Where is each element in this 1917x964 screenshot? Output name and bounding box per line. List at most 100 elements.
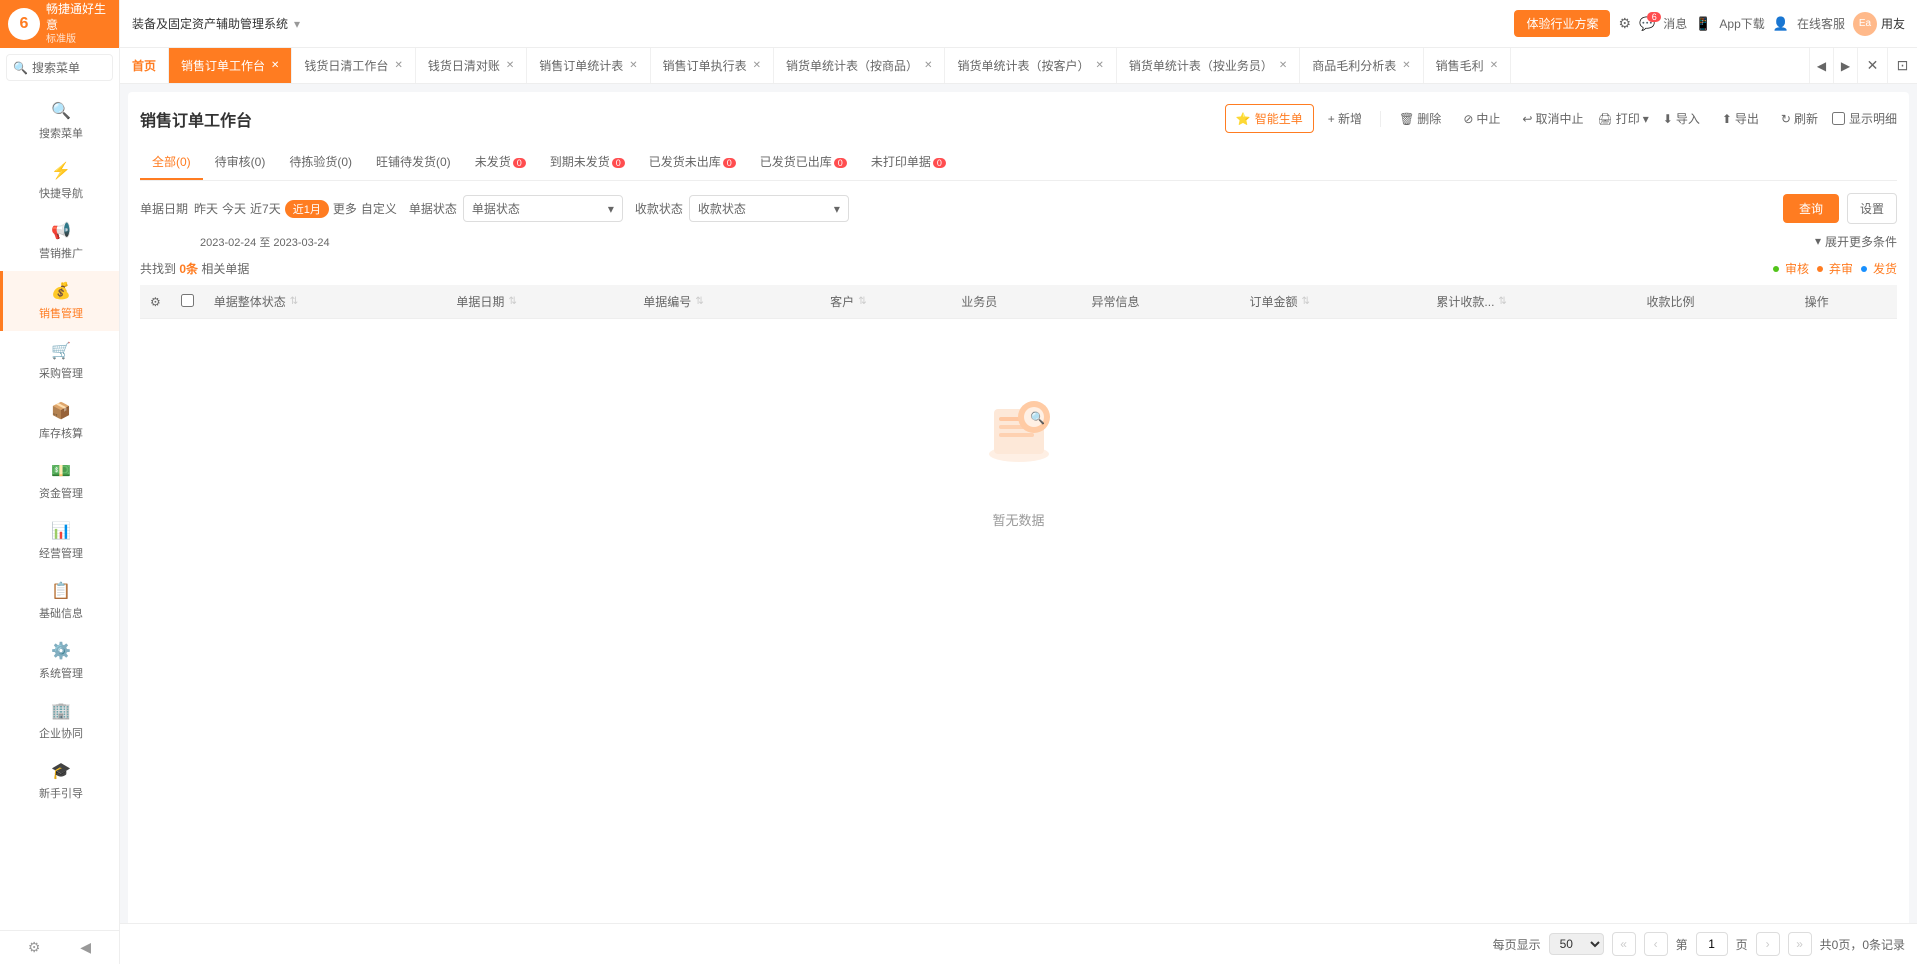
close-tab-icon[interactable]: ✕ xyxy=(1279,60,1287,71)
yesterday-link[interactable]: 昨天 xyxy=(194,200,218,218)
tab-sales-order[interactable]: 销售订单工作台✕ xyxy=(169,48,292,84)
expand-tabs-button[interactable]: ⊡ xyxy=(1887,48,1917,84)
gear-icon[interactable]: ⚙ xyxy=(150,295,161,309)
sort-icon[interactable]: ⇅ xyxy=(1302,296,1310,307)
sort-icon[interactable]: ⇅ xyxy=(508,296,516,307)
sidebar-item-basic[interactable]: 📋 基础信息 xyxy=(0,571,119,631)
tab-cash-reconcile[interactable]: 钱货日清对账✕ xyxy=(416,48,527,84)
sidebar-item-system[interactable]: ⚙️ 系统管理 xyxy=(0,631,119,691)
sidebar-item-sales[interactable]: 💰 销售管理 xyxy=(0,271,119,331)
subtab-shipped-not-out[interactable]: 已发货未出库0 xyxy=(637,145,748,180)
sidebar-item-company[interactable]: 🏢 企业协同 xyxy=(0,691,119,751)
expand-conditions-button[interactable]: ▾ 展开更多条件 xyxy=(1815,233,1897,250)
last-month-link[interactable]: 近1月 xyxy=(285,200,329,218)
subtab-pending-check[interactable]: 待拣验货(0) xyxy=(277,145,364,180)
topbar-gear-icon[interactable]: ⚙ xyxy=(1618,15,1631,32)
sidebar-item-guide[interactable]: 🎓 新手引导 xyxy=(0,751,119,811)
close-tab-icon[interactable]: ✕ xyxy=(506,60,514,71)
prev-page-button[interactable]: ‹ xyxy=(1644,932,1668,956)
subtab-overdue-not-shipped[interactable]: 到期未发货0 xyxy=(538,145,637,180)
next-page-button[interactable]: › xyxy=(1756,932,1780,956)
close-tab-icon[interactable]: ✕ xyxy=(753,60,761,71)
more-link[interactable]: 更多 xyxy=(333,200,357,218)
print-button[interactable]: 🖨 打印 ▾ xyxy=(1597,110,1648,127)
purchase-icon: 🛒 xyxy=(51,341,71,361)
subtab-not-shipped[interactable]: 未发货0 xyxy=(463,145,538,180)
cancel-review-action-link[interactable]: 弃审 xyxy=(1817,260,1853,277)
subtab-pending-review[interactable]: 待审核(0) xyxy=(203,145,278,180)
status-select[interactable]: 单据状态 ▾ xyxy=(463,195,623,222)
select-all-checkbox[interactable] xyxy=(181,294,194,307)
query-button[interactable]: 查询 xyxy=(1783,194,1839,223)
set-button[interactable]: 设置 xyxy=(1847,193,1897,224)
tab-sales-stat-product[interactable]: 销货单统计表（按商品）✕ xyxy=(774,48,945,84)
tab-sales-stat-customer[interactable]: 销货单统计表（按客户）✕ xyxy=(945,48,1116,84)
star-icon: ⭐ xyxy=(1236,112,1251,126)
sidebar-item-finance[interactable]: 💵 资金管理 xyxy=(0,451,119,511)
sort-icon[interactable]: ⇅ xyxy=(858,296,866,307)
sort-icon[interactable]: ⇅ xyxy=(290,296,298,307)
tab-sales-stat[interactable]: 销售订单统计表✕ xyxy=(527,48,650,84)
show-detail-toggle[interactable]: 显示明细 xyxy=(1832,110,1897,127)
sidebar-item-inventory[interactable]: 📦 库存核算 xyxy=(0,391,119,451)
cancel-stop-button[interactable]: ↩ 取消中止 xyxy=(1514,106,1591,131)
tab-cash-daily[interactable]: 钱货日清工作台✕ xyxy=(292,48,415,84)
sidebar-item-quick-nav[interactable]: ⚡ 快捷导航 xyxy=(0,151,119,211)
import-button[interactable]: ⬇ 导入 xyxy=(1655,106,1708,131)
sidebar-item-search[interactable]: 🔍 搜索菜单 xyxy=(0,91,119,151)
subtab-not-printed[interactable]: 未打印单据0 xyxy=(859,145,958,180)
close-all-tabs-button[interactable]: ✕ xyxy=(1857,48,1887,84)
message-button[interactable]: 💬 6 xyxy=(1639,16,1655,32)
export-button[interactable]: ⬆ 导出 xyxy=(1714,106,1767,131)
tab-sales-stat-salesman[interactable]: 销货单统计表（按业务员）✕ xyxy=(1117,48,1300,84)
last-page-button[interactable]: » xyxy=(1788,932,1812,956)
svg-text:🔍: 🔍 xyxy=(1030,410,1045,425)
user-menu[interactable]: Ea 用友 xyxy=(1853,12,1905,36)
today-link[interactable]: 今天 xyxy=(222,200,246,218)
tab-sales-exec[interactable]: 销售订单执行表✕ xyxy=(651,48,774,84)
subtab-wangpu-pending[interactable]: 旺铺待发货(0) xyxy=(364,145,463,180)
ship-action-link[interactable]: 发货 xyxy=(1861,260,1897,277)
sidebar-item-marketing[interactable]: 📢 营销推广 xyxy=(0,211,119,271)
close-tab-icon[interactable]: ✕ xyxy=(1402,60,1410,71)
tabbar-next-icon[interactable]: ▶ xyxy=(1833,48,1857,84)
close-tab-icon[interactable]: ✕ xyxy=(394,60,402,71)
add-button[interactable]: + 新增 xyxy=(1320,106,1370,131)
per-page-select[interactable]: 102050100 xyxy=(1549,933,1604,955)
subtab-shipped-out[interactable]: 已发货已出库0 xyxy=(748,145,859,180)
close-tab-icon[interactable]: ✕ xyxy=(1095,60,1103,71)
custom-link[interactable]: 自定义 xyxy=(361,200,397,218)
last7-link[interactable]: 近7天 xyxy=(250,200,281,218)
close-tab-icon[interactable]: ✕ xyxy=(1490,60,1498,71)
close-tab-icon[interactable]: ✕ xyxy=(271,60,279,71)
horizontal-scrollbar[interactable] xyxy=(140,597,1897,613)
page-input[interactable] xyxy=(1696,932,1728,956)
sort-icon[interactable]: ⇅ xyxy=(1498,296,1506,307)
close-tab-icon[interactable]: ✕ xyxy=(924,60,932,71)
refresh-button[interactable]: ↻ 刷新 xyxy=(1773,106,1826,131)
tab-product-margin[interactable]: 商品毛利分析表✕ xyxy=(1300,48,1423,84)
smart-create-button[interactable]: ⭐ 智能生单 xyxy=(1225,104,1314,133)
settings-button[interactable]: ⚙ xyxy=(28,939,41,956)
subtab-all[interactable]: 全部(0) xyxy=(140,145,203,180)
close-tab-icon[interactable]: ✕ xyxy=(629,60,637,71)
payment-select[interactable]: 收款状态 ▾ xyxy=(689,195,849,222)
stop-button[interactable]: ⊘ 中止 xyxy=(1455,106,1508,131)
first-page-button[interactable]: « xyxy=(1612,932,1636,956)
show-detail-checkbox[interactable] xyxy=(1832,112,1845,125)
sidebar-item-purchase[interactable]: 🛒 采购管理 xyxy=(0,331,119,391)
delete-button[interactable]: 🗑 删除 xyxy=(1391,106,1449,131)
online-service-button[interactable]: 👤 xyxy=(1773,16,1789,32)
sort-icon[interactable]: ⇅ xyxy=(695,296,703,307)
app-download-button[interactable]: 📱 xyxy=(1695,16,1711,32)
industry-solution-button[interactable]: 体验行业方案 xyxy=(1514,10,1610,37)
table-header-row: ⚙ 单据整体状态 ⇅ xyxy=(140,285,1897,319)
sidebar-item-operation[interactable]: 📊 经营管理 xyxy=(0,511,119,571)
tab-sales-profit[interactable]: 销售毛利✕ xyxy=(1424,48,1511,84)
tab-home[interactable]: 首页 xyxy=(120,48,169,84)
select-arrow-icon: ▾ xyxy=(834,202,840,216)
tabbar-prev-icon[interactable]: ◀ xyxy=(1809,48,1833,84)
review-action-link[interactable]: 审核 xyxy=(1773,260,1809,277)
collapse-button[interactable]: ◀ xyxy=(80,939,91,956)
search-menu-button[interactable]: 🔍 搜索菜单 xyxy=(6,54,113,81)
